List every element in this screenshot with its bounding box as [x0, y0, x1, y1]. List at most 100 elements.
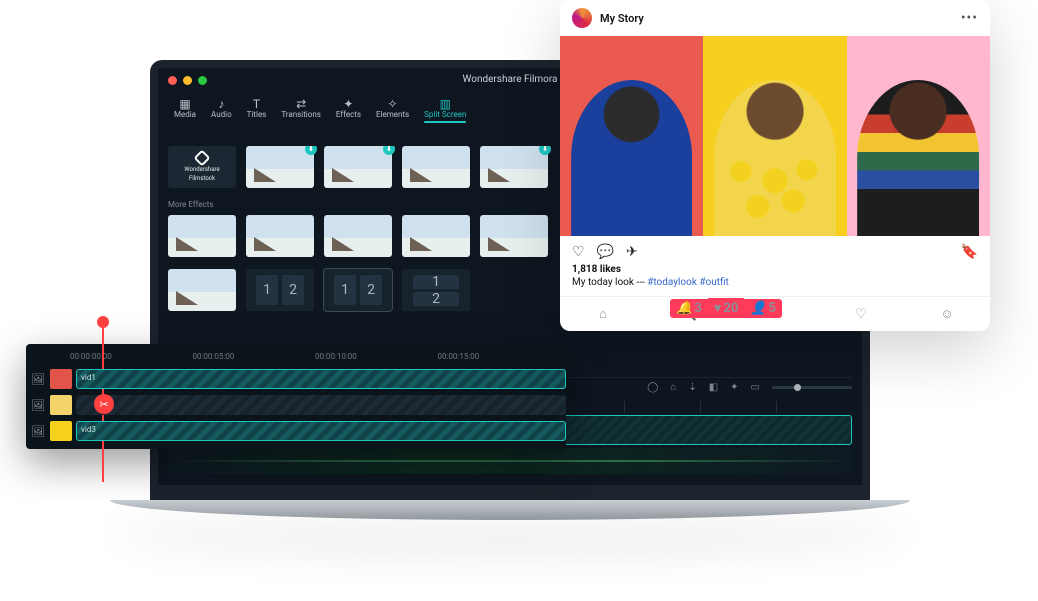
close-icon[interactable] [168, 76, 177, 85]
flowers-graphic [718, 144, 833, 236]
share-button[interactable]: ✈ [626, 244, 638, 260]
layout-cell: 1 [334, 275, 356, 305]
pill-like: ♥20 [708, 298, 745, 318]
avatar[interactable] [572, 8, 592, 28]
home-tab[interactable]: ⌂ [560, 297, 646, 331]
ruler-mark: 00:00:00:00 [70, 352, 193, 361]
asset-thumb[interactable] [246, 215, 314, 257]
asset-thumb[interactable] [168, 269, 236, 311]
tool-button[interactable]: ✦ [730, 382, 738, 393]
asset-thumb[interactable] [480, 215, 548, 257]
mixer-button[interactable]: ◧ [709, 382, 718, 393]
post-header: My Story ••• [560, 0, 990, 36]
tab-label: Media [174, 110, 196, 119]
clip[interactable]: vid1 [76, 369, 566, 389]
tab-audio[interactable]: ♪Audio [205, 96, 238, 125]
ruler-mark: 00:00:10:00 [315, 352, 438, 361]
caption-text: My today look --- [572, 277, 647, 288]
layout-cell: 2 [413, 292, 459, 306]
asset-thumb[interactable] [480, 146, 548, 188]
filmstock-logo-icon [194, 150, 211, 167]
layout-2x1[interactable]: 1 2 [402, 269, 470, 311]
track-thumb [50, 421, 72, 441]
asset-thumb[interactable] [168, 215, 236, 257]
float-ruler: 00:00:00:00 00:00:05:00 00:00:10:00 00:0… [26, 352, 566, 365]
zoom-slider[interactable] [772, 386, 852, 389]
laptop-notch [470, 60, 550, 68]
titles-icon: T [253, 98, 260, 110]
render-button[interactable]: ⇣ [688, 382, 696, 393]
comment-button[interactable]: 💬 [597, 244, 614, 260]
layout-cell: 2 [282, 275, 304, 305]
post-username[interactable]: My Story [600, 12, 644, 25]
post-bottom-tabs: ⌂ 🔍 ⊕ ♡ ☺ 🔔3 ♥20 👤5 [560, 296, 990, 331]
tab-transitions[interactable]: ⇄Transitions [275, 96, 327, 125]
activity-pill: 🔔3 ♥20 👤5 [670, 291, 782, 325]
tab-media[interactable]: ▦Media [168, 96, 202, 125]
window-controls [168, 76, 207, 85]
asset-thumb[interactable] [402, 215, 470, 257]
minimize-icon[interactable] [183, 76, 192, 85]
tab-label: Effects [336, 110, 361, 119]
asset-thumb[interactable] [246, 146, 314, 188]
video-track-icon: 🖼 [26, 373, 50, 386]
laptop-base [110, 500, 910, 520]
post-image[interactable] [560, 36, 990, 236]
clip-label: vid3 [81, 425, 96, 434]
more-options-icon[interactable]: ••• [961, 10, 978, 26]
post-actions: ♡ 💬 ✈ 🔖 [560, 236, 990, 264]
tab-label: Elements [376, 110, 409, 119]
tab-splitscreen[interactable]: ▥Split Screen [418, 96, 472, 125]
elements-icon: ✧ [388, 98, 398, 110]
app-title: Wondershare Filmora [463, 74, 558, 85]
pill-follow: 👤5 [744, 299, 782, 318]
ruler-mark: 00:00:15:00 [438, 352, 561, 361]
social-post-card: My Story ••• ♡ 💬 ✈ 🔖 1,818 likes My toda… [560, 0, 990, 331]
tab-elements[interactable]: ✧Elements [370, 96, 415, 125]
track-row[interactable]: 🖼 vid1 [26, 367, 566, 391]
like-button[interactable]: ♡ [572, 244, 585, 260]
post-image-panel [847, 36, 990, 236]
activity-tab[interactable]: ♡ [818, 297, 904, 331]
asset-thumb[interactable] [324, 146, 392, 188]
filmstock-tile[interactable]: Wondershare Filmstock [168, 146, 236, 188]
marker-button[interactable]: ⌂ [670, 382, 676, 393]
floating-timeline: 00:00:00:00 00:00:05:00 00:00:10:00 00:0… [26, 344, 566, 449]
effects-icon: ✦ [343, 98, 353, 110]
layout-cell: 2 [360, 275, 382, 305]
track-row[interactable]: 🖼 vid3 [26, 419, 566, 443]
top-tabbar: ▦Media ♪Audio TTitles ⇄Transitions ✦Effe… [168, 96, 472, 125]
filmstock-line2: Filmstock [189, 175, 215, 182]
likes-count: 1,818 likes [560, 264, 990, 275]
layout-1x2[interactable]: 1 2 [246, 269, 314, 311]
layout-cell: 1 [413, 275, 459, 289]
transitions-icon: ⇄ [296, 98, 306, 110]
clip[interactable]: vid3 [76, 421, 566, 441]
tab-label: Split Screen [424, 110, 466, 119]
post-image-panel [560, 36, 703, 236]
track-thumb [50, 369, 72, 389]
video-track-icon: 🖼 [26, 425, 50, 438]
audio-lane[interactable] [168, 448, 852, 474]
pill-notif: 🔔3 [670, 299, 708, 318]
ruler-mark: 00:00:05:00 [193, 352, 316, 361]
bookmark-button[interactable]: 🔖 [961, 244, 978, 260]
person-silhouette [571, 80, 693, 236]
scissors-icon[interactable]: ✂ [94, 394, 114, 414]
filmstock-line1: Wondershare [184, 166, 219, 173]
post-image-panel [703, 36, 846, 236]
video-track-icon: 🖼 [26, 399, 50, 412]
clip[interactable] [76, 395, 566, 415]
maximize-icon[interactable] [198, 76, 207, 85]
clip-label: vid1 [81, 373, 96, 382]
asset-thumb[interactable] [324, 215, 392, 257]
tab-effects[interactable]: ✦Effects [330, 96, 367, 125]
layout-1x2-selected[interactable]: 1 2 [324, 269, 392, 311]
view-button[interactable]: ▭ [751, 382, 760, 393]
tab-titles[interactable]: TTitles [241, 96, 273, 125]
caption-tags[interactable]: #todaylook #outfit [647, 277, 729, 288]
profile-tab[interactable]: ☺ [904, 297, 990, 331]
record-button[interactable]: ◯ [647, 382, 658, 393]
splitscreen-icon: ▥ [440, 98, 451, 110]
asset-thumb[interactable] [402, 146, 470, 188]
